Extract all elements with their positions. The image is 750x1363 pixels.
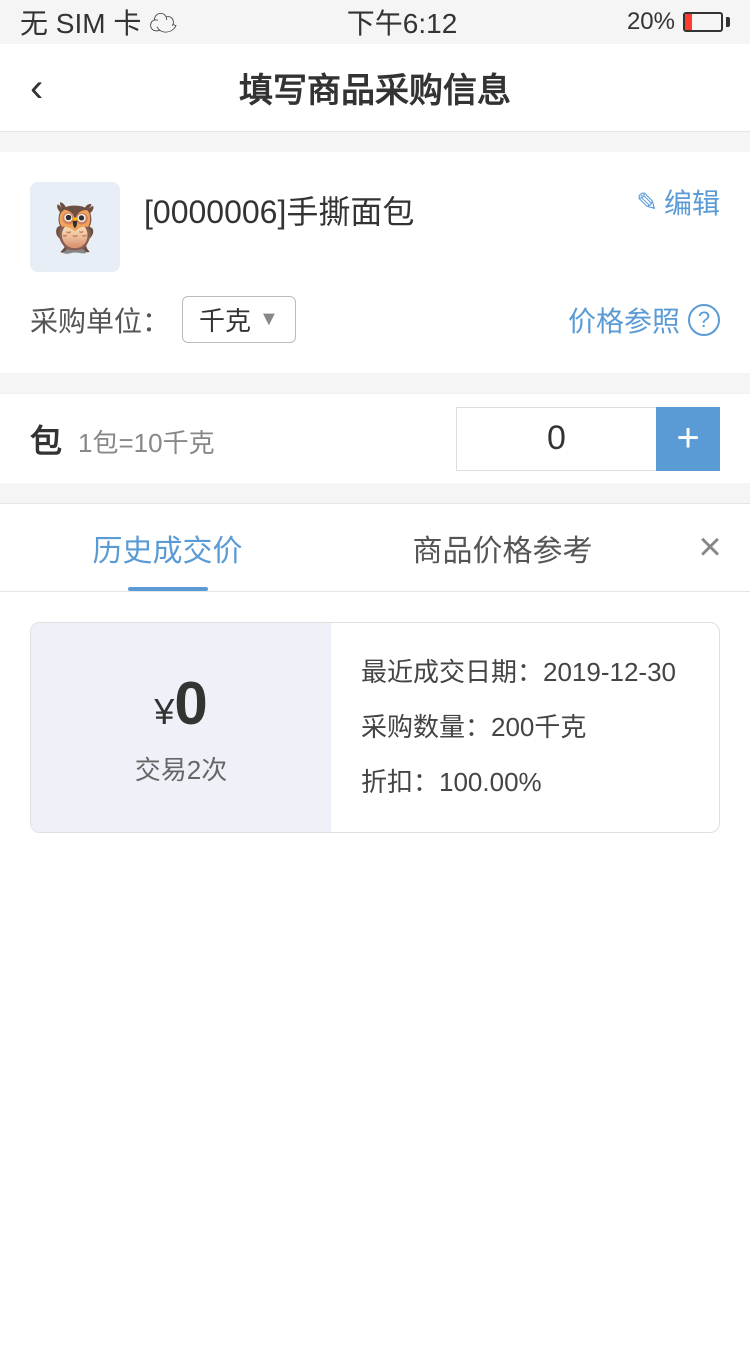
trade-price: ¥0: [154, 668, 207, 740]
trade-card-right: 最近成交日期：2019-12-30 采购数量：200千克 折扣：100.00%: [331, 623, 719, 832]
tab-product-label: 商品价格参考: [413, 526, 593, 570]
status-right: 20%: [627, 8, 730, 36]
product-logo-icon: 🦉: [45, 199, 105, 256]
tab-history-label: 历史成交价: [93, 526, 243, 570]
product-image: 🦉: [30, 182, 120, 272]
tab-active-indicator: [128, 587, 208, 591]
trade-quantity-label: 采购数量：: [361, 712, 491, 742]
trade-card-left: ¥0 交易2次: [31, 623, 331, 832]
quantity-label-group: 包 1包=10千克: [30, 416, 215, 462]
unit-badge[interactable]: 千克 ▼: [182, 296, 296, 343]
edit-icon: ✎: [636, 187, 658, 218]
content-area: [0, 863, 750, 1363]
price-ref-button[interactable]: 价格参照 ?: [568, 300, 720, 340]
page-title: 填写商品采购信息: [239, 63, 511, 112]
back-button[interactable]: ‹: [30, 68, 43, 108]
tab-history-price[interactable]: 历史成交价: [0, 504, 335, 591]
unit-label: 采购单位：: [30, 300, 170, 340]
nav-bar: ‹ 填写商品采购信息: [0, 44, 750, 132]
product-card: 🦉 [0000006]手撕面包 ✎ 编辑 采购单位： 千克 ▼ 价格参照 ?: [0, 152, 750, 373]
quantity-section: 包 1包=10千克 +: [0, 393, 750, 483]
trade-recent-date-row: 最近成交日期：2019-12-30: [361, 653, 689, 692]
product-info: 🦉 [0000006]手撕面包: [30, 182, 414, 272]
product-name: [0000006]手撕面包: [144, 182, 414, 235]
tab-close-button[interactable]: ×: [670, 525, 750, 570]
battery-icon: [683, 12, 730, 32]
trade-count: 交易2次: [135, 750, 227, 787]
tabs-header: 历史成交价 商品价格参考 ×: [0, 504, 750, 592]
battery-percent: 20%: [627, 8, 675, 36]
unit-selector-group: 采购单位： 千克 ▼: [30, 296, 296, 343]
quantity-plus-button[interactable]: +: [656, 407, 720, 471]
quantity-input-group: +: [456, 407, 720, 471]
trade-recent-date-value: 2019-12-30: [543, 657, 676, 687]
trade-quantity-value: 200千克: [491, 712, 586, 742]
trade-discount-label: 折扣：: [361, 767, 439, 797]
quantity-input[interactable]: [456, 407, 656, 471]
trade-card-area: ¥0 交易2次 最近成交日期：2019-12-30 采购数量：200千克 折扣：…: [0, 592, 750, 863]
price-ref-icon: ?: [688, 304, 720, 336]
tab-product-price-ref[interactable]: 商品价格参考: [335, 504, 670, 591]
quantity-sub-label: 1包=10千克: [78, 423, 215, 460]
status-bar: 无 SIM 卡 ☁ 下午6:12 20%: [0, 0, 750, 44]
status-left: 无 SIM 卡 ☁: [20, 2, 177, 42]
unit-value: 千克: [199, 301, 251, 338]
trade-card: ¥0 交易2次 最近成交日期：2019-12-30 采购数量：200千克 折扣：…: [30, 622, 720, 833]
status-time: 下午6:12: [347, 2, 458, 42]
tabs-container: 历史成交价 商品价格参考 × ¥0 交易2次 最近成交日期：2019-12-30…: [0, 503, 750, 863]
trade-discount-row: 折扣：100.00%: [361, 763, 689, 802]
unit-dropdown-arrow: ▼: [259, 308, 279, 331]
price-ref-label: 价格参照: [568, 300, 680, 340]
trade-quantity-row: 采购数量：200千克: [361, 708, 689, 747]
trade-discount-value: 100.00%: [439, 767, 542, 797]
quantity-unit-label: 包: [30, 416, 62, 462]
edit-button[interactable]: ✎ 编辑: [636, 182, 720, 222]
edit-label: 编辑: [664, 182, 720, 222]
product-unit-row: 采购单位： 千克 ▼ 价格参照 ?: [30, 296, 720, 343]
trade-price-symbol: ¥: [154, 691, 174, 732]
trade-recent-date-label: 最近成交日期：: [361, 657, 543, 687]
trade-price-value: 0: [174, 670, 207, 737]
product-header: 🦉 [0000006]手撕面包 ✎ 编辑: [30, 182, 720, 272]
